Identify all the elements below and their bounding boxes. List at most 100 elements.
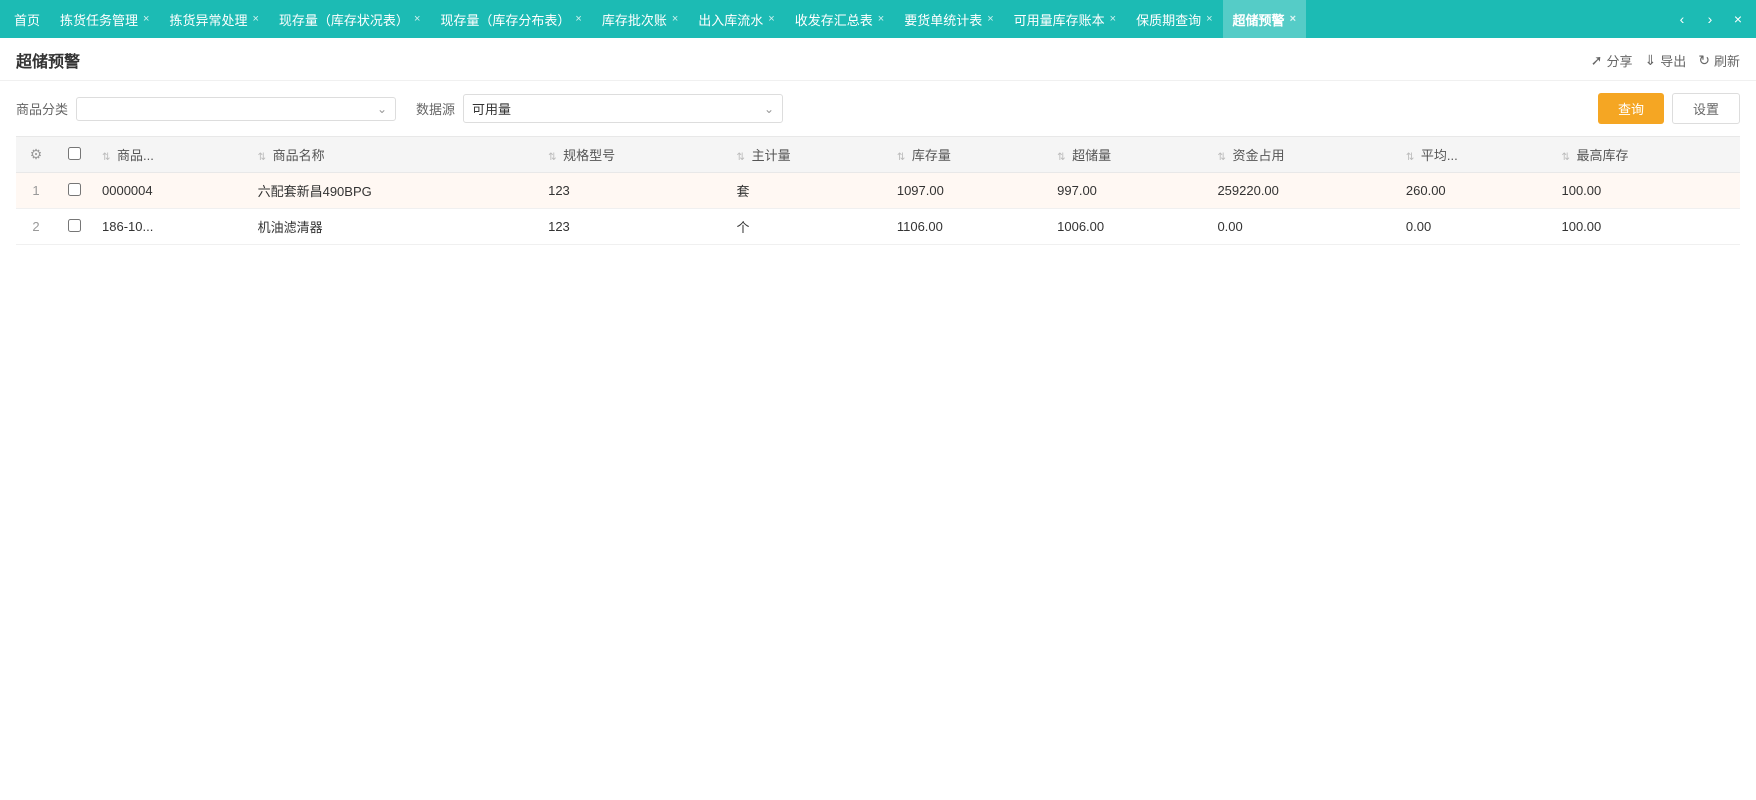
cell-unit: 个 (727, 209, 887, 245)
cell-overstock: 997.00 (1047, 173, 1207, 209)
cell-spec: 123 (538, 173, 726, 209)
datasource-label: 数据源 (416, 99, 455, 118)
share-action[interactable]: ➚ 分享 (1591, 51, 1633, 70)
datasource-select-value: 可用量 (472, 99, 511, 118)
nav-label-home: 首页 (14, 10, 40, 29)
cell-spec: 123 (538, 209, 726, 245)
cell-checkbox (56, 173, 92, 209)
col-header-stock[interactable]: ⇅ 库存量 (887, 137, 1047, 173)
sort-icon-overstock: ⇅ (1057, 152, 1065, 163)
close-icon-quality[interactable]: × (1206, 13, 1212, 25)
settings-button[interactable]: 设置 (1672, 93, 1740, 124)
col-label-stock: 库存量 (912, 148, 951, 163)
sort-icon-spec: ⇅ (548, 152, 556, 163)
category-label: 商品分类 (16, 99, 68, 118)
cell-avg: 260.00 (1396, 173, 1552, 209)
col-header-settings: ⚙ (16, 137, 56, 173)
nav-item-order-stat[interactable]: 要货单统计表 × (894, 0, 1003, 38)
nav-item-overstock[interactable]: 超储预警 × (1223, 0, 1306, 38)
table-container: ⚙ ⇅ 商品... ⇅ 商品名称 ⇅ 规格型号 ⇅ (0, 136, 1756, 245)
col-header-spec[interactable]: ⇅ 规格型号 (538, 137, 726, 173)
category-select[interactable]: ⌄ (76, 97, 396, 121)
nav-item-inventory-status[interactable]: 现存量（库存状况表） × (269, 0, 430, 38)
col-header-code[interactable]: ⇅ 商品... (92, 137, 248, 173)
share-label: 分享 (1606, 51, 1632, 70)
nav-item-home[interactable]: 首页 (4, 0, 50, 38)
nav-item-inventory-dist[interactable]: 现存量（库存分布表） × (430, 0, 591, 38)
col-header-name[interactable]: ⇅ 商品名称 (248, 137, 539, 173)
datasource-chevron-down-icon: ⌄ (764, 102, 774, 116)
nav-item-abnormal[interactable]: 拣货异常处理 × (159, 0, 268, 38)
sort-icon-unit: ⇅ (737, 152, 745, 163)
table-header-row: ⚙ ⇅ 商品... ⇅ 商品名称 ⇅ 规格型号 ⇅ (16, 137, 1740, 173)
filter-bar: 商品分类 ⌄ 数据源 可用量 ⌄ 查询 设置 (0, 81, 1756, 136)
close-icon-flow[interactable]: × (768, 13, 774, 25)
close-icon-order-stat[interactable]: × (987, 13, 993, 25)
table-row: 10000004六配套新昌490BPG123套1097.00997.002592… (16, 173, 1740, 209)
col-label-unit: 主计量 (752, 148, 791, 163)
nav-arrow-left[interactable]: ‹ (1668, 0, 1696, 38)
col-label-spec: 规格型号 (563, 148, 615, 163)
table-gear-icon[interactable]: ⚙ (30, 146, 43, 162)
col-header-avg[interactable]: ⇅ 平均... (1396, 137, 1552, 173)
cell-unit: 套 (727, 173, 887, 209)
sort-icon-avg: ⇅ (1406, 152, 1414, 163)
close-icon-available-ledger[interactable]: × (1110, 13, 1116, 25)
nav-label-overstock: 超储预警 (1233, 10, 1285, 29)
col-header-max-stock[interactable]: ⇅ 最高库存 (1551, 137, 1740, 173)
nav-label-available-ledger: 可用量库存账本 (1014, 10, 1105, 29)
cell-index: 2 (16, 209, 56, 245)
category-chevron-down-icon: ⌄ (377, 102, 387, 116)
nav-item-flow[interactable]: 出入库流水 × (688, 0, 784, 38)
share-icon: ➚ (1591, 52, 1603, 69)
col-label-capital: 资金占用 (1232, 148, 1284, 163)
refresh-label: 刷新 (1714, 51, 1740, 70)
nav-label-batch: 库存批次账 (602, 10, 667, 29)
filter-actions: 查询 设置 (1598, 93, 1740, 124)
sort-icon-stock: ⇅ (897, 152, 905, 163)
export-label: 导出 (1660, 51, 1686, 70)
refresh-action[interactable]: ↻ 刷新 (1698, 51, 1740, 70)
cell-overstock: 1006.00 (1047, 209, 1207, 245)
close-icon-batch[interactable]: × (672, 13, 678, 25)
filter-group-datasource: 数据源 可用量 ⌄ (416, 94, 783, 123)
close-icon-overstock[interactable]: × (1290, 13, 1296, 25)
export-action[interactable]: ⇓ 导出 (1645, 51, 1687, 70)
nav-item-summary[interactable]: 收发存汇总表 × (785, 0, 894, 38)
cell-code: 0000004 (92, 173, 248, 209)
cell-capital: 0.00 (1207, 209, 1395, 245)
col-header-unit[interactable]: ⇅ 主计量 (727, 137, 887, 173)
nav-arrow-close[interactable]: × (1724, 0, 1752, 38)
nav-label-inventory-dist: 现存量（库存分布表） (440, 10, 570, 29)
nav-label-summary: 收发存汇总表 (795, 10, 873, 29)
col-header-capital[interactable]: ⇅ 资金占用 (1207, 137, 1395, 173)
cell-checkbox (56, 209, 92, 245)
col-header-overstock[interactable]: ⇅ 超储量 (1047, 137, 1207, 173)
datasource-select[interactable]: 可用量 ⌄ (463, 94, 783, 123)
nav-label-quality: 保质期查询 (1136, 10, 1201, 29)
select-all-checkbox[interactable] (68, 147, 81, 160)
col-label-max-stock: 最高库存 (1577, 148, 1629, 163)
cell-capital: 259220.00 (1207, 173, 1395, 209)
overstock-table: ⚙ ⇅ 商品... ⇅ 商品名称 ⇅ 规格型号 ⇅ (16, 136, 1740, 245)
nav-item-batch[interactable]: 库存批次账 × (592, 0, 688, 38)
nav-label-flow: 出入库流水 (698, 10, 763, 29)
sort-icon-capital: ⇅ (1217, 152, 1225, 163)
row-checkbox-1[interactable] (68, 219, 81, 232)
nav-item-quality[interactable]: 保质期查询 × (1126, 0, 1222, 38)
close-icon-abnormal[interactable]: × (252, 13, 258, 25)
nav-arrow-right[interactable]: › (1696, 0, 1724, 38)
nav-item-task-mgmt[interactable]: 拣货任务管理 × (50, 0, 159, 38)
page-header: 超储预警 ➚ 分享 ⇓ 导出 ↻ 刷新 (0, 38, 1756, 81)
nav-item-available-ledger[interactable]: 可用量库存账本 × (1004, 0, 1126, 38)
row-checkbox-0[interactable] (68, 183, 81, 196)
close-icon-summary[interactable]: × (878, 13, 884, 25)
cell-name: 机油滤清器 (248, 209, 539, 245)
close-icon-task-mgmt[interactable]: × (143, 13, 149, 25)
col-label-avg: 平均... (1421, 148, 1458, 163)
close-icon-inventory-dist[interactable]: × (575, 13, 581, 25)
query-button[interactable]: 查询 (1598, 93, 1664, 124)
cell-name: 六配套新昌490BPG (248, 173, 539, 209)
col-label-name: 商品名称 (273, 148, 325, 163)
close-icon-inventory-status[interactable]: × (414, 13, 420, 25)
